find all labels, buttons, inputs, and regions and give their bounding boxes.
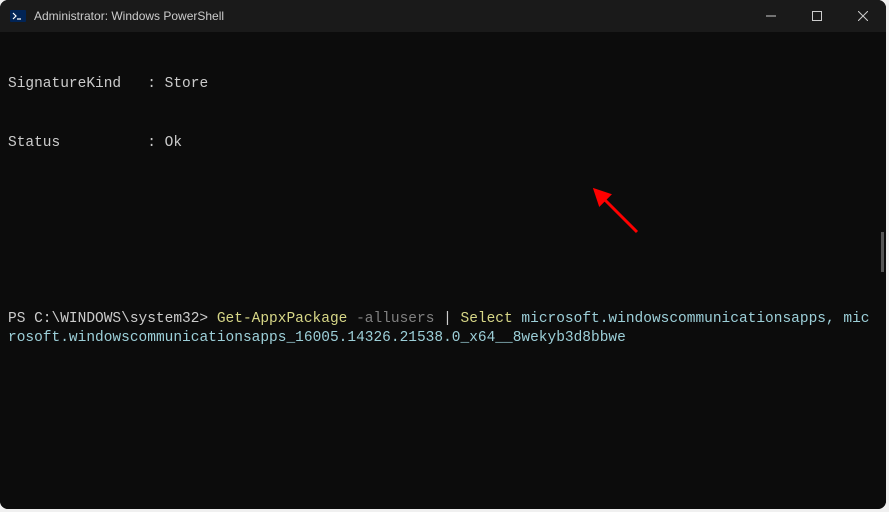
maximize-button[interactable] xyxy=(794,0,840,32)
pipe-operator: | xyxy=(443,311,460,327)
output-sep: : xyxy=(121,76,165,92)
window-title: Administrator: Windows PowerShell xyxy=(34,9,748,23)
cmdlet-name: Select xyxy=(461,311,513,327)
blank-line xyxy=(8,193,878,213)
output-row: Status : Ok xyxy=(8,134,878,154)
output-row: SignatureKind : Store xyxy=(8,75,878,95)
minimize-button[interactable] xyxy=(748,0,794,32)
output-label: SignatureKind xyxy=(8,76,121,92)
blank-line xyxy=(8,251,878,271)
window-controls xyxy=(748,0,886,32)
powershell-window: Administrator: Windows PowerShell Signat… xyxy=(0,0,886,509)
output-value: Ok xyxy=(165,135,182,151)
cmdlet-flag: -allusers xyxy=(347,311,443,327)
terminal-body[interactable]: SignatureKind : Store Status : Ok PS C:\… xyxy=(0,32,886,509)
output-value: Store xyxy=(165,76,209,92)
window-titlebar[interactable]: Administrator: Windows PowerShell xyxy=(0,0,886,32)
output-sep: : xyxy=(60,135,164,151)
close-button[interactable] xyxy=(840,0,886,32)
scrollbar-thumb[interactable] xyxy=(881,232,884,272)
cmdlet-name: Get-AppxPackage xyxy=(217,311,348,327)
prompt-path: PS C:\WINDOWS\system32> xyxy=(8,311,217,327)
command-line: PS C:\WINDOWS\system32> Get-AppxPackage … xyxy=(8,310,878,349)
powershell-icon xyxy=(10,8,26,24)
cmdlet-args: ndowscommunicationsapps_16005.14326.2153… xyxy=(86,330,626,346)
output-label: Status xyxy=(8,135,60,151)
